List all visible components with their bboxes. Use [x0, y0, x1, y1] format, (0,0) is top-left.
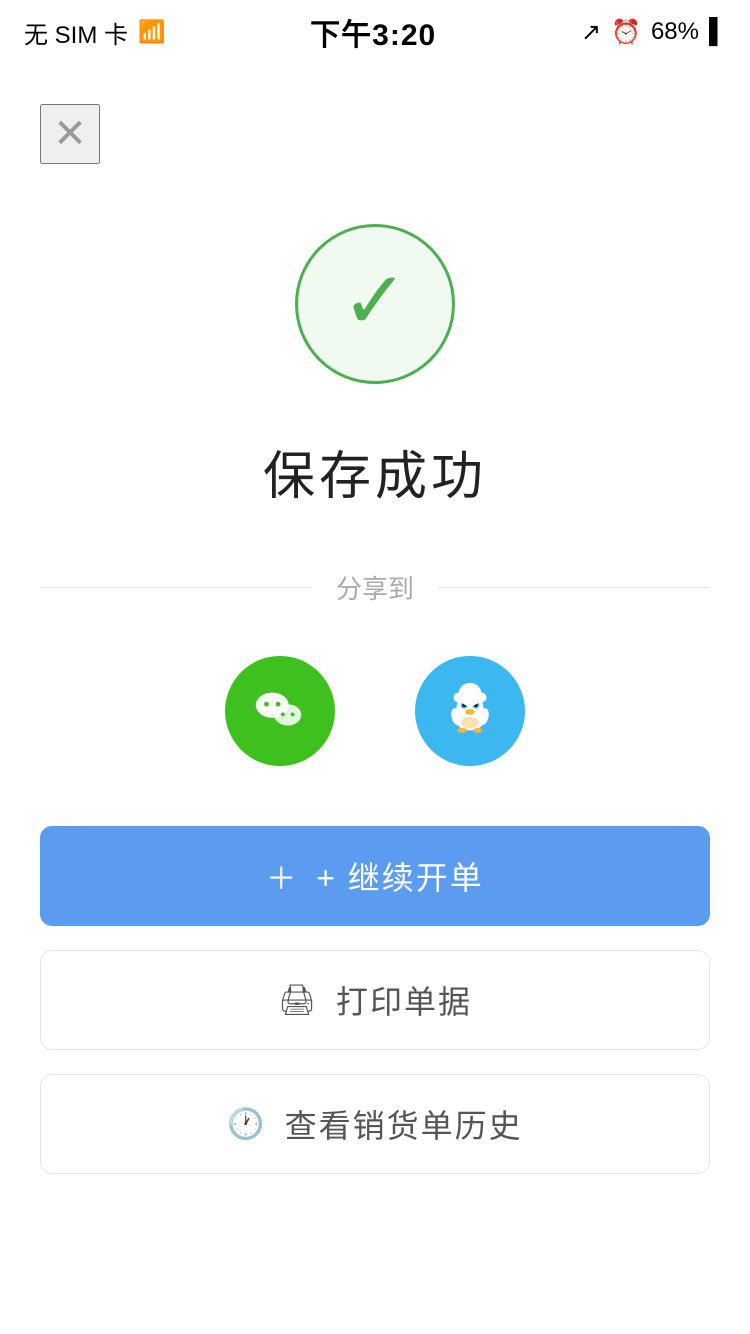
wechat-icon: [249, 680, 311, 742]
status-time: 下午3:20: [310, 10, 436, 54]
battery-icon: ▌: [709, 18, 726, 46]
actions-section: ＋ + 继续开单 🖨 打印单据 🕐 查看销货单历史: [0, 766, 750, 1214]
divider-line-right: [438, 587, 710, 588]
status-left: 无 SIM 卡 📶: [24, 15, 165, 50]
share-row: [225, 656, 525, 766]
qq-icon: [439, 680, 501, 742]
alarm-icon: ⏰: [611, 18, 641, 47]
share-divider: 分享到: [0, 569, 750, 606]
close-button[interactable]: ✕: [40, 104, 100, 164]
print-icon: 🖨: [278, 983, 318, 1018]
history-button[interactable]: 🕐 查看销货单历史: [40, 1074, 710, 1174]
history-icon: 🕐: [227, 1107, 266, 1142]
continue-label: + 继续开单: [316, 853, 484, 899]
main-content: ✕ ✓ 保存成功 分享到: [0, 64, 750, 1334]
location-icon: ↗: [581, 18, 601, 47]
status-right: ↗ ⏰ 68% ▌: [581, 18, 726, 47]
checkmark-icon: ✓: [341, 261, 408, 341]
share-qq-button[interactable]: [415, 656, 525, 766]
continue-button[interactable]: ＋ + 继续开单: [40, 826, 710, 926]
divider-line-left: [40, 587, 312, 588]
print-button[interactable]: 🖨 打印单据: [40, 950, 710, 1050]
close-icon: ✕: [53, 114, 87, 154]
success-icon-circle: ✓: [295, 224, 455, 384]
success-title: 保存成功: [263, 434, 487, 509]
history-label: 查看销货单历史: [285, 1101, 523, 1147]
plus-icon: ＋: [266, 854, 298, 898]
status-bar: 无 SIM 卡 📶 下午3:20 ↗ ⏰ 68% ▌: [0, 0, 750, 64]
print-label: 打印单据: [336, 977, 472, 1023]
share-wechat-button[interactable]: [225, 656, 335, 766]
battery-text: 68%: [651, 18, 699, 46]
wifi-icon: 📶: [138, 19, 165, 45]
share-label: 分享到: [312, 569, 438, 606]
no-sim-text: 无 SIM 卡: [24, 15, 128, 50]
